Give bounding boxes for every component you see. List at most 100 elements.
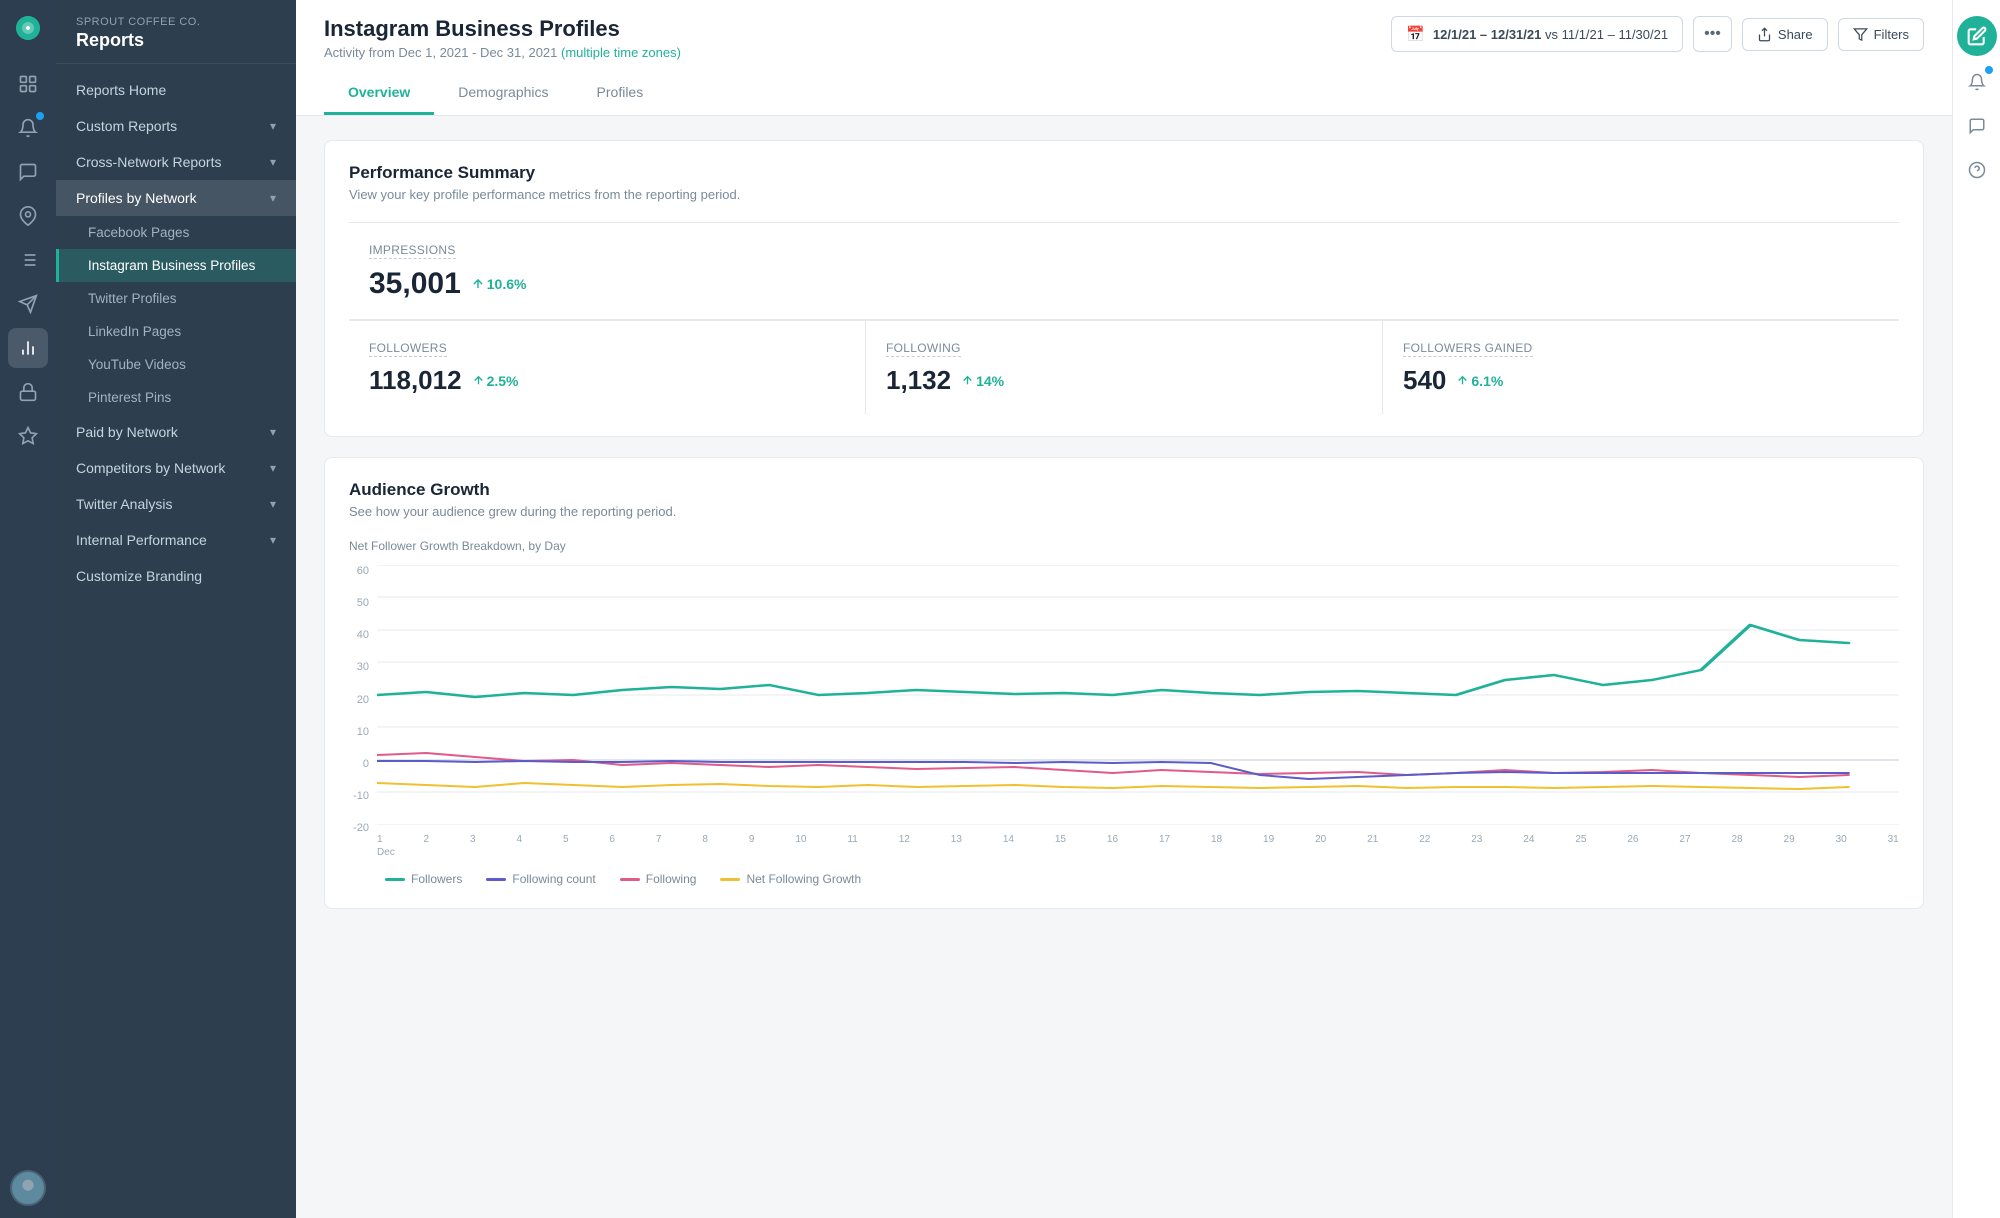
legend-following: Following: [620, 872, 697, 886]
x-label-21: 21: [1367, 834, 1378, 845]
x-label-12: 12: [899, 834, 910, 845]
date-range-picker[interactable]: 📅 12/1/21 – 12/31/21 vs 11/1/21 – 11/30/…: [1391, 16, 1683, 52]
x-label-29: 29: [1784, 834, 1795, 845]
sidebar-item-paid-by-network[interactable]: Paid by Network ▾: [56, 414, 296, 450]
x-axis: 1 2 3 4 5 6 7 8 9 10 11 12 13 14: [377, 830, 1899, 845]
notification-icon-btn[interactable]: [8, 108, 48, 148]
sidebar-item-youtube-videos[interactable]: YouTube Videos: [56, 348, 296, 381]
sidebar-item-facebook-pages[interactable]: Facebook Pages: [56, 216, 296, 249]
home-icon-btn[interactable]: [8, 64, 48, 104]
customize-branding-label: Customize Branding: [76, 568, 202, 584]
analytics-icon-btn[interactable]: [8, 328, 48, 368]
page-subtitle: Activity from Dec 1, 2021 - Dec 31, 2021…: [324, 45, 681, 60]
right-notification-btn[interactable]: [1959, 64, 1995, 100]
app-logo: [12, 12, 44, 44]
tab-profiles[interactable]: Profiles: [573, 72, 668, 115]
custom-reports-label: Custom Reports: [76, 118, 177, 134]
legend-following-count-color: [486, 878, 506, 881]
x-label-23: 23: [1471, 834, 1482, 845]
net-following-growth-line: [377, 783, 1848, 789]
sidebar-item-instagram-business[interactable]: Instagram Business Profiles: [56, 249, 296, 282]
legend-following-color: [620, 878, 640, 881]
pinterest-pins-label: Pinterest Pins: [88, 390, 171, 405]
bell-icon: [1968, 73, 1986, 91]
help-icon: [1968, 161, 1986, 179]
sidebar-item-pinterest-pins[interactable]: Pinterest Pins: [56, 381, 296, 414]
x-label-3: 3: [470, 834, 476, 845]
y-axis: 60 50 40 30 20 10 0 -10 -20: [349, 565, 377, 858]
x-axis-bottom-label: Dec: [377, 847, 1899, 858]
right-help-btn[interactable]: [1959, 152, 1995, 188]
legend-net-following-growth: Net Following Growth: [720, 872, 861, 886]
right-panel: [1952, 0, 2000, 1218]
y-label-50: 50: [349, 597, 369, 609]
star-icon-btn[interactable]: [8, 416, 48, 456]
filters-button[interactable]: Filters: [1838, 18, 1924, 51]
right-message-btn[interactable]: [1959, 108, 1995, 144]
content-area: Performance Summary View your key profil…: [296, 116, 1952, 1218]
sidebar-item-twitter-analysis[interactable]: Twitter Analysis ▾: [56, 486, 296, 522]
sidebar-item-internal-performance[interactable]: Internal Performance ▾: [56, 522, 296, 558]
sidebar-item-profiles-by-network[interactable]: Profiles by Network ▾: [56, 180, 296, 216]
arrow-up-icon: [472, 374, 485, 387]
x-label-20: 20: [1315, 834, 1326, 845]
secondary-metrics: Followers 118,012 2.5% Following 1,132: [349, 320, 1899, 414]
share-button[interactable]: Share: [1742, 18, 1828, 51]
page-title: Instagram Business Profiles: [324, 16, 681, 42]
main-content: Instagram Business Profiles Activity fro…: [296, 0, 1952, 1218]
more-options-button[interactable]: •••: [1693, 16, 1732, 52]
list-icon-btn[interactable]: [8, 240, 48, 280]
x-label-10: 10: [795, 834, 806, 845]
bot-icon-btn[interactable]: [8, 372, 48, 412]
tab-overview[interactable]: Overview: [324, 72, 434, 115]
following-label: Following: [886, 341, 961, 357]
linkedin-pages-label: LinkedIn Pages: [88, 324, 181, 339]
user-avatar[interactable]: [10, 1170, 46, 1206]
subtitle-text: Activity from Dec 1, 2021 - Dec 31, 2021: [324, 45, 561, 60]
send-icon-btn[interactable]: [8, 284, 48, 324]
y-label-10: 10: [349, 726, 369, 738]
followers-metric: Followers 118,012 2.5%: [349, 321, 866, 414]
line-chart: [377, 565, 1899, 825]
twitter-profiles-label: Twitter Profiles: [88, 291, 177, 306]
compose-icon: [1967, 26, 1987, 46]
compose-button[interactable]: [1957, 16, 1997, 56]
impressions-value: 35,001 10.6%: [369, 267, 1879, 301]
y-label-neg20: -20: [349, 822, 369, 834]
x-label-14: 14: [1003, 834, 1014, 845]
sidebar-item-cross-network[interactable]: Cross-Network Reports ▾: [56, 144, 296, 180]
share-label: Share: [1778, 27, 1813, 42]
x-label-19: 19: [1263, 834, 1274, 845]
tab-demographics[interactable]: Demographics: [434, 72, 572, 115]
sidebar-item-twitter-profiles[interactable]: Twitter Profiles: [56, 282, 296, 315]
comment-icon: [1968, 117, 1986, 135]
following-change: 14%: [961, 373, 1004, 389]
message-icon-btn[interactable]: [8, 152, 48, 192]
followers-label: Followers: [369, 341, 447, 357]
arrow-up-icon: [1456, 374, 1469, 387]
filters-label: Filters: [1874, 27, 1909, 42]
filter-icon: [1853, 27, 1868, 42]
sidebar-header: Sprout Coffee Co. Reports: [56, 0, 296, 64]
legend-net-growth-label: Net Following Growth: [746, 872, 861, 886]
section-title: Reports: [76, 30, 276, 51]
icon-bar: [0, 0, 56, 1218]
sidebar-nav: Reports Home Custom Reports ▾ Cross-Netw…: [56, 64, 296, 602]
sidebar-item-custom-reports[interactable]: Custom Reports ▾: [56, 108, 296, 144]
pin-icon-btn[interactable]: [8, 196, 48, 236]
calendar-icon: 📅: [1406, 25, 1425, 43]
impressions-metric: Impressions 35,001 10.6%: [349, 222, 1899, 320]
x-label-16: 16: [1107, 834, 1118, 845]
sidebar-item-linkedin-pages[interactable]: LinkedIn Pages: [56, 315, 296, 348]
legend-following-count-label: Following count: [512, 872, 595, 886]
sidebar-item-competitors-by-network[interactable]: Competitors by Network ▾: [56, 450, 296, 486]
sidebar: Sprout Coffee Co. Reports Reports Home C…: [56, 0, 296, 1218]
following-metric: Following 1,132 14%: [866, 321, 1383, 414]
timezone-link[interactable]: (multiple time zones): [561, 45, 681, 60]
x-label-4: 4: [516, 834, 522, 845]
sidebar-item-reports-home[interactable]: Reports Home: [56, 72, 296, 108]
facebook-pages-label: Facebook Pages: [88, 225, 189, 240]
x-label-2: 2: [423, 834, 429, 845]
sidebar-item-customize-branding[interactable]: Customize Branding: [56, 558, 296, 594]
youtube-videos-label: YouTube Videos: [88, 357, 186, 372]
